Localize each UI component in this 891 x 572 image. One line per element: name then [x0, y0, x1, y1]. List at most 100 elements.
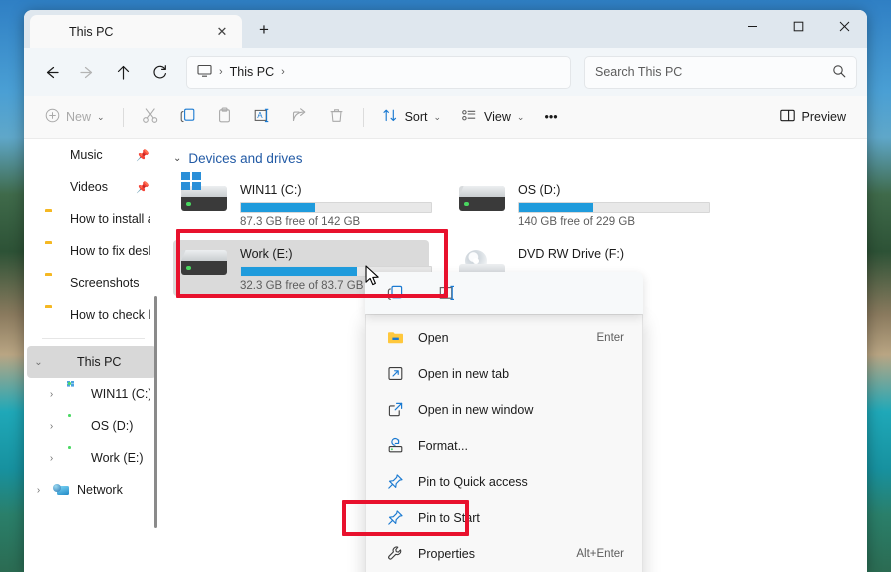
breadcrumb-this-pc[interactable]: This PC	[230, 65, 274, 79]
chevron-down-icon: ⌄	[97, 111, 105, 122]
view-icon	[461, 107, 478, 127]
drive-icon	[459, 180, 507, 211]
search-input[interactable]: Search This PC	[595, 65, 832, 79]
sidebar-item-network[interactable]: › Network	[27, 474, 156, 506]
sidebar-item-os-d[interactable]: › OS (D:)	[27, 410, 156, 442]
preview-pane-icon	[779, 107, 796, 127]
share-button[interactable]	[282, 101, 317, 133]
command-separator	[122, 107, 124, 127]
search-icon	[832, 64, 846, 81]
pin-icon[interactable]: 📌	[136, 181, 150, 194]
refresh-button[interactable]	[142, 55, 176, 89]
window-controls	[729, 10, 867, 42]
context-menu-item-label: Open in new tab	[418, 366, 510, 381]
paste-button[interactable]	[207, 101, 242, 133]
close-button[interactable]	[821, 10, 867, 42]
copy-icon	[179, 107, 196, 127]
sort-label: Sort	[404, 110, 428, 124]
context-menu-item-open-in-new-tab[interactable]: Open in new tab	[370, 356, 638, 391]
context-menu-item-properties[interactable]: Properties Alt+Enter	[370, 536, 638, 571]
context-menu-item-format[interactable]: Format...	[370, 428, 638, 463]
drive-name: WIN11 (C:)	[240, 183, 302, 197]
new-button[interactable]: New ⌄	[36, 101, 114, 133]
chevron-right-icon[interactable]: ›	[45, 421, 58, 432]
minimize-button[interactable]	[729, 10, 775, 42]
navigation-bar: › This PC › Search This PC	[24, 48, 867, 96]
delete-button[interactable]	[319, 101, 354, 133]
rename-icon: A	[253, 107, 271, 127]
mini-rename-button[interactable]: A	[431, 278, 463, 308]
sidebar-item-videos[interactable]: Videos 📌	[27, 171, 156, 203]
context-menu-item-label: Pin to Quick access	[418, 474, 528, 489]
drive-tile-win11-c[interactable]: WIN11 (C:) 87.3 GB free of 142 GB	[173, 172, 432, 232]
title-bar: This PC ✕ +	[24, 10, 867, 48]
sidebar-item-music[interactable]: Music 📌	[27, 139, 156, 171]
group-header-devices-and-drives[interactable]: ⌄ Devices and drives	[173, 151, 867, 166]
tab-close-button[interactable]: ✕	[210, 20, 234, 44]
format-icon	[386, 437, 404, 454]
pin-icon[interactable]: 📌	[136, 149, 150, 162]
folder-open-icon	[386, 330, 404, 345]
new-tab-button[interactable]: +	[248, 15, 280, 45]
windows-drive-icon	[66, 386, 83, 402]
context-menu-item-label: Format...	[418, 438, 469, 453]
view-label: View	[484, 110, 511, 124]
back-button[interactable]	[34, 55, 68, 89]
preview-button[interactable]: Preview	[770, 101, 855, 133]
chevron-right-icon[interactable]: ›	[32, 485, 45, 496]
sidebar-item-how-to-fix-desktop[interactable]: How to fix deskt	[27, 235, 156, 267]
sidebar-item-screenshots[interactable]: Screenshots	[27, 267, 156, 299]
pin-icon	[386, 473, 404, 490]
drive-tile-os-d[interactable]: OS (D:) 140 GB free of 229 GB	[451, 176, 710, 232]
chevron-down-icon: ⌄	[433, 111, 442, 122]
monitor-icon	[197, 64, 212, 81]
context-menu-item-pin-to-quick-access[interactable]: Pin to Quick access	[370, 464, 638, 499]
rename-button[interactable]: A	[244, 101, 280, 133]
videos-icon	[45, 179, 62, 195]
copy-button[interactable]	[170, 101, 205, 133]
sidebar-divider	[42, 338, 145, 339]
chevron-down-icon[interactable]: ⌄	[32, 357, 45, 368]
folder-icon	[45, 211, 62, 227]
navigation-pane: Music 📌 Videos 📌 How to install a How to…	[24, 139, 159, 572]
chevron-right-icon[interactable]: ›	[45, 453, 58, 464]
sidebar-item-how-to-check[interactable]: How to check h	[27, 299, 156, 331]
tab-this-pc[interactable]: This PC ✕	[30, 15, 242, 48]
sidebar-item-win11-c[interactable]: › WIN11 (C:)	[27, 378, 156, 410]
new-button-label: New	[66, 110, 92, 124]
more-options-button[interactable]: •••	[535, 101, 566, 133]
preview-label: Preview	[801, 110, 846, 124]
mini-copy-button[interactable]	[379, 278, 411, 308]
cut-button[interactable]	[133, 101, 168, 133]
chevron-right-icon[interactable]: ›	[45, 389, 58, 400]
delete-icon	[328, 107, 345, 127]
context-menu-item-pin-to-start[interactable]: Pin to Start	[370, 500, 638, 535]
context-menu-item-open-in-new-window[interactable]: Open in new window	[370, 392, 638, 427]
drive-name: DVD RW Drive (F:)	[518, 247, 625, 261]
sidebar-item-label: WIN11 (C:)	[91, 387, 150, 401]
chevron-down-icon[interactable]: ⌄	[173, 153, 181, 164]
sidebar-item-how-to-install[interactable]: How to install a	[27, 203, 156, 235]
view-button[interactable]: View ⌄	[452, 101, 533, 133]
breadcrumb-separator-2[interactable]: ›	[281, 66, 285, 78]
drive-capacity-text: 140 GB free of 229 GB	[518, 216, 635, 228]
breadcrumb-separator-1: ›	[219, 66, 223, 78]
context-menu-item-open[interactable]: Open Enter	[370, 320, 638, 355]
sort-button[interactable]: Sort ⌄	[373, 101, 450, 133]
group-header-label: Devices and drives	[188, 151, 303, 166]
address-bar[interactable]: › This PC ›	[186, 55, 571, 89]
context-menu-item-label: Properties	[418, 546, 475, 561]
sidebar-item-label: How to install a	[70, 212, 150, 226]
sidebar-scrollbar[interactable]	[154, 296, 157, 528]
search-box[interactable]: Search This PC	[584, 55, 857, 89]
plus-circle-icon	[45, 108, 60, 126]
paste-icon	[216, 107, 233, 127]
wrench-icon	[386, 545, 404, 562]
up-button[interactable]	[106, 55, 140, 89]
context-menu-item-label: Open	[418, 330, 449, 345]
sidebar-item-work-e[interactable]: › Work (E:)	[27, 442, 156, 474]
forward-button[interactable]	[70, 55, 104, 89]
context-mini-toolbar: A	[365, 272, 643, 314]
maximize-button[interactable]	[775, 10, 821, 42]
sidebar-item-this-pc[interactable]: ⌄ This PC	[27, 346, 156, 378]
